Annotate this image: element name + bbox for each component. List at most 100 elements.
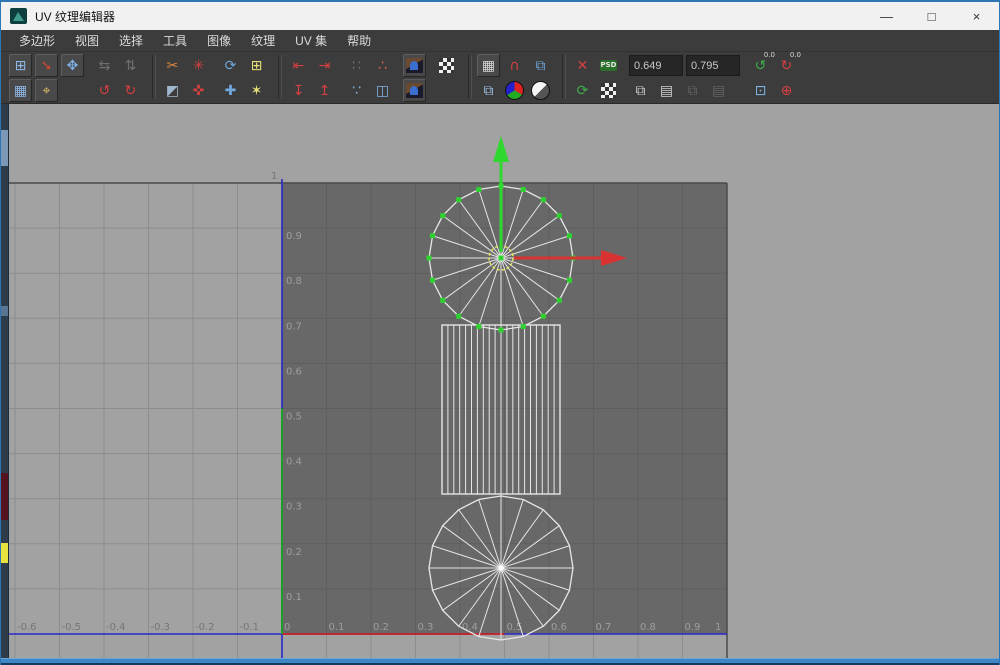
x-tick-label: 0.7 <box>596 622 612 633</box>
manipulator-v-arrowhead[interactable] <box>493 136 509 162</box>
y-tick-label: 0.8 <box>286 276 302 287</box>
minimize-button[interactable]: — <box>864 2 909 30</box>
menu-item-6[interactable]: UV 集 <box>285 29 337 52</box>
pixel-snap-icon[interactable]: ▦ <box>477 54 500 77</box>
selected-uv-point <box>541 197 546 202</box>
align-uvs-right-icon[interactable]: ⇥ <box>313 54 336 77</box>
uv-texture-editor-window: UV 纹理编辑器 — □ × 多边形视图选择工具图像纹理UV 集帮助 ⊞➘✥▦⌖… <box>0 0 1000 665</box>
menu-bar: 多边形视图选择工具图像纹理UV 集帮助 <box>1 30 999 52</box>
psd-export-icon[interactable]: PSD <box>597 54 620 77</box>
menu-item-5[interactable]: 纹理 <box>241 29 285 52</box>
display-image-icon[interactable] <box>403 54 426 77</box>
menu-item-2[interactable]: 选择 <box>109 29 153 52</box>
coords-group: ⧉▤⧉▤ <box>629 54 740 102</box>
align-uvs-down-icon[interactable]: ↧ <box>287 79 310 102</box>
x-tick-label: 0.6 <box>551 622 567 633</box>
relax-uvs-icon[interactable]: ✶ <box>245 79 268 102</box>
display-alpha-channel-icon[interactable] <box>529 79 552 102</box>
isolate-select-icon[interactable]: ✕ <box>571 54 594 77</box>
x-tick-label: 0.9 <box>685 622 701 633</box>
selected-uv-point <box>476 324 481 329</box>
texture-refresh-group: ✕PSD⟳ <box>571 54 620 102</box>
uv-grid-canvas[interactable]: -0.6-0.5-0.4-0.3-0.2-0.100.10.20.30.40.5… <box>1 104 1000 658</box>
shade-uvs-icon[interactable]: ⧉ <box>529 54 552 77</box>
x-tick-label: 0.1 <box>329 622 345 633</box>
menu-item-0[interactable]: 多边形 <box>9 29 65 52</box>
unfold-layout-group: ⟳⊞✚✶ <box>219 54 268 102</box>
menu-item-1[interactable]: 视图 <box>65 29 109 52</box>
copy-disabled-icon[interactable]: ⧉ <box>681 79 704 102</box>
rotate-uvs-cw-icon[interactable]: ↻ <box>119 79 142 102</box>
move-and-sew-icon[interactable]: ✜ <box>187 79 210 102</box>
uv-lattice-tool-icon[interactable]: ⊞ <box>9 54 32 77</box>
align-uvs-up-icon[interactable]: ↥ <box>313 79 336 102</box>
y-tick-label: 0.5 <box>286 412 302 423</box>
checker-map-icon[interactable] <box>435 54 458 77</box>
flip-rotate-group: ⇆⇅↺↻ <box>93 54 142 102</box>
flip-v-icon[interactable]: ⇅ <box>119 54 142 77</box>
y-tick-label: 0.1 <box>286 592 302 603</box>
force-editor-refresh-icon[interactable]: ⟳ <box>571 79 594 102</box>
x-tick-label: -0.6 <box>17 622 37 633</box>
y-tick-label: 0.6 <box>286 366 302 377</box>
match-uvs-icon[interactable]: ◫ <box>371 79 394 102</box>
paste-disabled-icon[interactable]: ▤ <box>707 79 730 102</box>
y-tick-label: 0.3 <box>286 502 302 513</box>
grab-uv-border-icon[interactable]: ◩ <box>161 79 184 102</box>
x-tick-label: -0.2 <box>195 622 215 633</box>
align-uvs-left-icon[interactable]: ⇤ <box>287 54 310 77</box>
layout-uvs-icon[interactable]: ⊞ <box>245 54 268 77</box>
split-uvs-icon[interactable]: ✳ <box>187 54 210 77</box>
window-controls: — □ × <box>864 2 999 30</box>
menu-item-7[interactable]: 帮助 <box>337 29 381 52</box>
selected-uv-point <box>430 278 435 283</box>
select-shortest-path-icon[interactable]: ⌖ <box>35 79 58 102</box>
uv-lattice-deform-icon[interactable]: ▦ <box>9 79 32 102</box>
distribute-u-icon[interactable]: ∷ <box>345 54 368 77</box>
cut-sew-group: ✂✳◩✜ <box>161 54 210 102</box>
checker-group <box>435 54 458 102</box>
toolbar: ⊞➘✥▦⌖⇆⇅↺↻✂✳◩✜⟳⊞✚✶⇤⇥↧↥∷∴∵◫▦∩⧉⧉✕PSD⟳⧉▤⧉▤↺0… <box>1 52 999 104</box>
app-icon <box>10 8 27 24</box>
cut-uv-edges-icon[interactable]: ✂ <box>161 54 184 77</box>
close-button[interactable]: × <box>954 2 999 30</box>
rotate-ccw-angle-icon[interactable]: ↺0.0 <box>749 54 772 77</box>
flip-u-icon[interactable]: ⇆ <box>93 54 116 77</box>
rotate-ccw-angle-icon-value: 0.0 <box>764 52 775 59</box>
sliver-segment <box>1 306 8 316</box>
pin-uvs-icon[interactable]: ⊕ <box>775 79 798 102</box>
v-coordinate-field[interactable] <box>686 55 740 76</box>
copy-uvs-icon[interactable]: ⧉ <box>629 79 652 102</box>
sew-uv-shell-icon[interactable]: ✚ <box>219 79 242 102</box>
uv-viewport[interactable]: -0.6-0.5-0.4-0.3-0.2-0.100.10.20.30.40.5… <box>1 104 999 658</box>
rotate-value-group: ↺0.0↻0.0⊡⊕ <box>749 54 798 102</box>
u-coordinate-field[interactable] <box>629 55 683 76</box>
sliver-segment <box>1 543 8 563</box>
menu-item-3[interactable]: 工具 <box>153 29 197 52</box>
display-image-borders-icon[interactable]: ⧉ <box>477 79 500 102</box>
move-uv-shell-tool-icon[interactable]: ✥ <box>61 54 84 77</box>
uv-smudge-tool-icon[interactable]: ➘ <box>35 54 58 77</box>
display-rgb-channels-icon[interactable] <box>503 79 526 102</box>
maximize-button[interactable]: □ <box>909 2 954 30</box>
distribute-v-icon[interactable]: ∴ <box>371 54 394 77</box>
toolbar-separator <box>278 55 282 99</box>
unfold-uvs-icon[interactable]: ⟳ <box>219 54 242 77</box>
update-psd-networks-icon[interactable] <box>403 79 426 102</box>
toolbar-separator <box>468 55 472 99</box>
rotate-uvs-ccw-icon[interactable]: ↺ <box>93 79 116 102</box>
selected-uv-point <box>440 213 445 218</box>
rotate-cw-angle-icon[interactable]: ↻0.0 <box>775 54 798 77</box>
y-tick-label: 1 <box>271 171 277 182</box>
uv-snapshot-icon[interactable] <box>597 79 620 102</box>
menu-item-4[interactable]: 图像 <box>197 29 241 52</box>
paste-uvs-icon[interactable]: ▤ <box>655 79 678 102</box>
x-tick-label: -0.3 <box>151 622 171 633</box>
tweak-uv-mode-icon[interactable]: ⊡ <box>749 79 772 102</box>
snap-magnet-icon[interactable]: ∩ <box>503 54 526 77</box>
title-bar: UV 纹理编辑器 — □ × <box>1 0 999 30</box>
y-tick-label: 0.2 <box>286 547 302 558</box>
x-tick-label: 0.2 <box>373 622 389 633</box>
x-tick-label: -0.5 <box>62 622 82 633</box>
snap-uvs-icon[interactable]: ∵ <box>345 79 368 102</box>
